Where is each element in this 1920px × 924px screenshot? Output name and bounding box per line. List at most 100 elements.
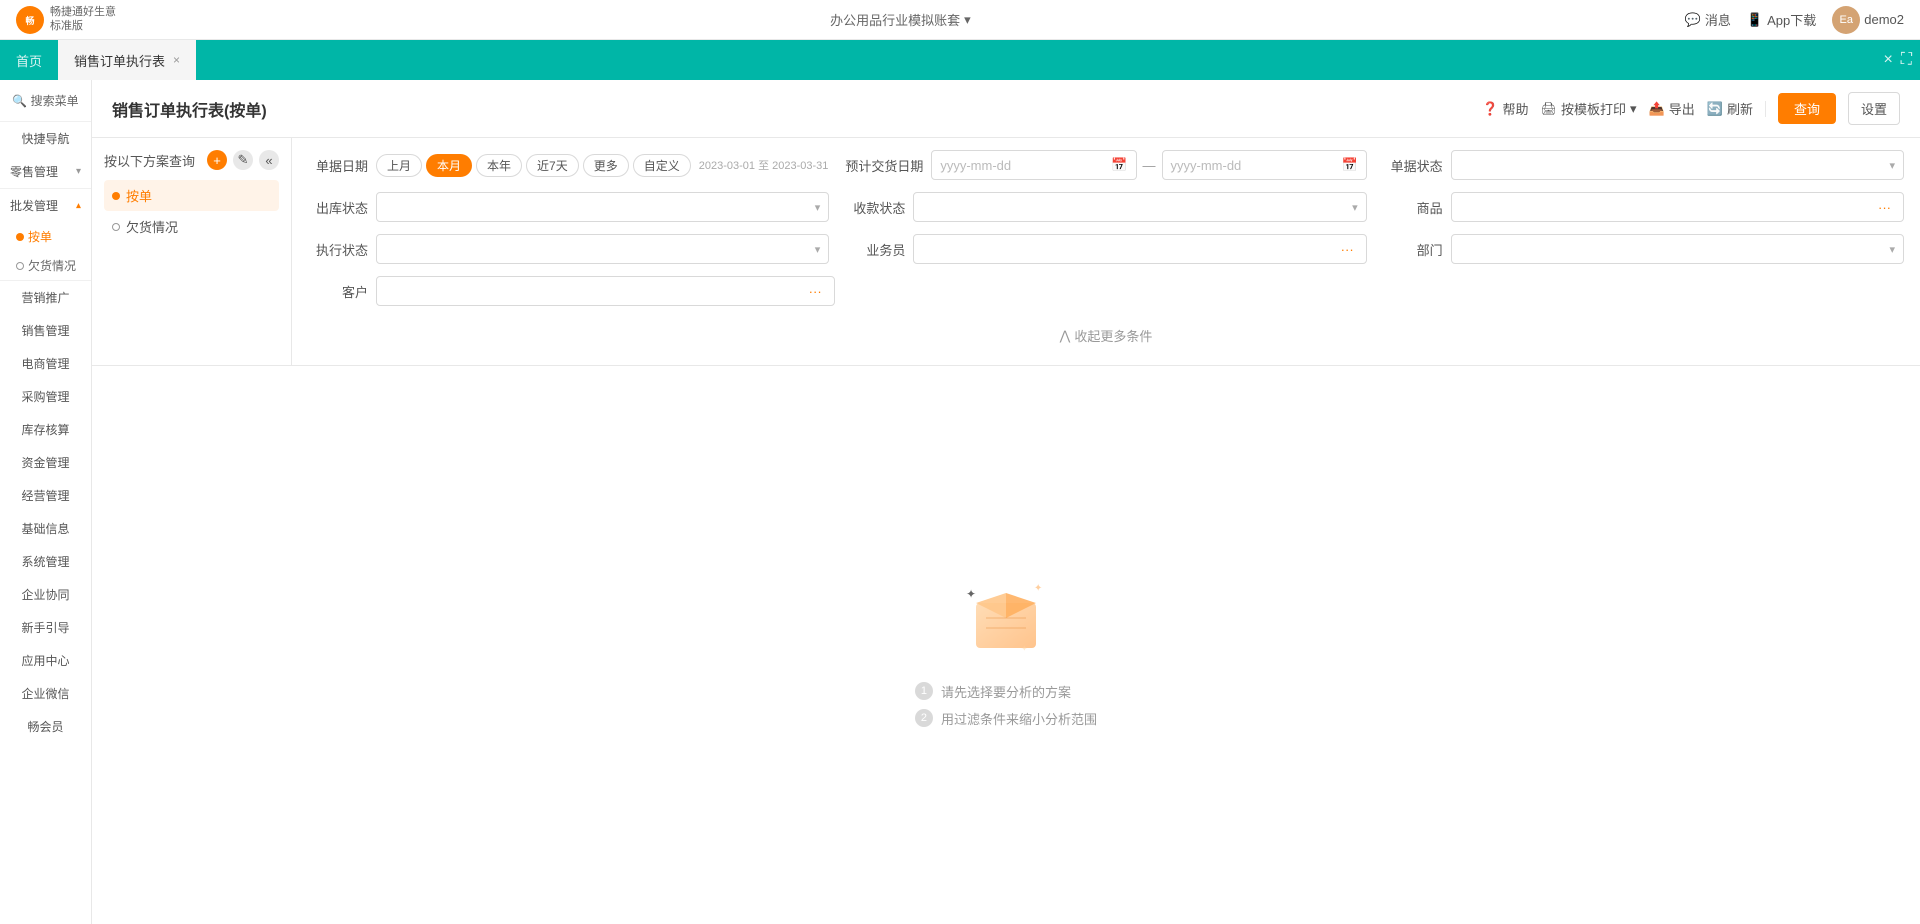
execution-dropdown-icon: ▾ xyxy=(815,243,821,256)
hint-number-2: 2 xyxy=(915,709,933,727)
industry-selector[interactable]: 办公用品行业模拟账套 xyxy=(830,10,960,29)
date-tab-custom[interactable]: 自定义 xyxy=(633,154,691,177)
department-label: 部门 xyxy=(1383,240,1443,259)
search-icon: 🔍 xyxy=(12,94,27,108)
date-tab-last-month[interactable]: 上月 xyxy=(376,154,422,177)
filter-field-execution: 执行状态 ▾ xyxy=(308,234,829,264)
sidebar-item-guide[interactable]: 新手引导 xyxy=(0,611,91,644)
app-download-button[interactable]: 📱 App下载 xyxy=(1747,10,1816,29)
sidebar-item-operations[interactable]: 经营管理 xyxy=(0,479,91,512)
empty-svg-icon: ✦ ✦ ✦ xyxy=(956,563,1056,663)
user-area[interactable]: Ea demo2 xyxy=(1832,6,1904,34)
message-button[interactable]: 💬 消息 xyxy=(1685,10,1731,29)
hint-number-1: 1 xyxy=(915,682,933,700)
export-button[interactable]: 📤 导出 xyxy=(1649,99,1695,118)
date-tab-this-year[interactable]: 本年 xyxy=(476,154,522,177)
nav-tabs-actions: × ⛶ xyxy=(1883,40,1920,80)
print-dropdown-icon[interactable]: ▾ xyxy=(1630,101,1637,117)
salesperson-select[interactable]: ··· xyxy=(913,234,1366,264)
product-select[interactable]: ··· xyxy=(1451,192,1904,222)
message-icon: 💬 xyxy=(1685,12,1701,28)
scheme-item-order[interactable]: 按单 xyxy=(104,180,279,211)
status-dropdown-icon: ▾ xyxy=(1889,159,1895,172)
sidebar-item-membership[interactable]: 畅会员 xyxy=(0,710,91,743)
date-range-text: 2023-03-01 至 2023-03-31 xyxy=(699,157,829,173)
date-tab-more[interactable]: 更多 xyxy=(583,154,629,177)
expected-date-end[interactable]: yyyy-mm-dd 📅 xyxy=(1162,150,1367,180)
collapse-conditions-button[interactable]: ⋀ 收起更多条件 xyxy=(308,318,1904,353)
customer-ellipsis-icon[interactable]: ··· xyxy=(805,284,826,299)
scheme-actions: + ✎ « xyxy=(207,150,279,170)
empty-hint-2: 2 用过滤条件来缩小分析范围 xyxy=(915,709,1097,728)
sidebar-item-basic-info[interactable]: 基础信息 xyxy=(0,512,91,545)
product-ellipsis-icon[interactable]: ··· xyxy=(1874,200,1895,215)
edit-scheme-button[interactable]: ✎ xyxy=(233,150,253,170)
scheme-item-backorder[interactable]: 欠货情况 xyxy=(104,211,279,242)
date-tab-this-month[interactable]: 本月 xyxy=(426,154,472,177)
industry-dropdown-icon[interactable]: ▾ xyxy=(964,12,971,28)
sidebar-item-wholesale[interactable]: 批发管理 ▾ xyxy=(0,189,91,222)
expand-window-button[interactable]: ⛶ xyxy=(1901,51,1912,69)
filter-field-status: 单据状态 ▾ xyxy=(1383,150,1904,180)
header-right: 💬 消息 📱 App下载 Ea demo2 xyxy=(1685,6,1904,34)
calendar-icon-end[interactable]: 📅 xyxy=(1341,157,1357,173)
sidebar-item-finance[interactable]: 资金管理 xyxy=(0,446,91,479)
print-icon: 🖨 xyxy=(1541,101,1558,117)
scheme-section-title: 按以下方案查询 xyxy=(104,151,195,170)
expected-date-start[interactable]: yyyy-mm-dd 📅 xyxy=(931,150,1136,180)
outbound-dropdown-icon: ▾ xyxy=(815,201,821,214)
sidebar-item-sales[interactable]: 销售管理 xyxy=(0,314,91,347)
expected-date-label: 预计交货日期 xyxy=(845,156,923,175)
salesperson-label: 业务员 xyxy=(845,240,905,259)
refresh-button[interactable]: 🔄 刷新 xyxy=(1707,99,1753,118)
empty-hints: 1 请先选择要分析的方案 2 用过滤条件来缩小分析范围 xyxy=(915,682,1097,728)
tab-close-button[interactable]: × xyxy=(173,53,180,67)
department-select[interactable]: ▾ xyxy=(1451,234,1904,264)
execution-select[interactable]: ▾ xyxy=(376,234,829,264)
collapse-scheme-button[interactable]: « xyxy=(259,150,279,170)
search-menu-button[interactable]: 🔍 搜索菜单 xyxy=(8,88,83,113)
filter-panel: 按以下方案查询 + ✎ « 按单 欠货情况 xyxy=(92,138,1920,366)
date-tab-7days[interactable]: 近7天 xyxy=(526,154,579,177)
sidebar-item-inventory[interactable]: 库存核算 xyxy=(0,413,91,446)
print-button[interactable]: 🖨 按模板打印 ▾ xyxy=(1541,99,1637,118)
settings-button[interactable]: 设置 xyxy=(1848,92,1900,125)
calendar-icon-start[interactable]: 📅 xyxy=(1111,157,1127,173)
collapse-icon: ⋀ xyxy=(1060,328,1071,344)
filter-conditions: 单据日期 上月 本月 本年 近7天 更多 自定义 2023-03-01 至 20… xyxy=(292,138,1920,365)
tab-sales-execution[interactable]: 销售订单执行表 × xyxy=(58,40,196,80)
quick-nav-label: 快捷导航 xyxy=(21,130,69,147)
filter-field-product: 商品 ··· xyxy=(1383,192,1904,222)
retail-arrow-icon: ▾ xyxy=(76,166,81,177)
sidebar-item-purchase[interactable]: 采购管理 xyxy=(0,380,91,413)
customer-select[interactable]: ··· xyxy=(376,276,835,306)
close-window-button[interactable]: × xyxy=(1883,51,1892,69)
salesperson-ellipsis-icon[interactable]: ··· xyxy=(1337,242,1358,257)
tab-home[interactable]: 首页 xyxy=(0,40,58,80)
header-center[interactable]: 办公用品行业模拟账套 ▾ xyxy=(830,10,971,29)
sidebar-item-quick-nav[interactable]: 快捷导航 xyxy=(0,122,91,155)
payment-select[interactable]: ▾ xyxy=(913,192,1366,222)
sidebar-item-system[interactable]: 系统管理 xyxy=(0,545,91,578)
status-select[interactable]: ▾ xyxy=(1451,150,1904,180)
date-label: 单据日期 xyxy=(308,156,368,175)
sidebar-item-wechat[interactable]: 企业微信 xyxy=(0,677,91,710)
help-button[interactable]: ❓ 帮助 xyxy=(1482,99,1528,118)
sidebar-item-app-center[interactable]: 应用中心 xyxy=(0,644,91,677)
filter-field-department: 部门 ▾ xyxy=(1383,234,1904,264)
sidebar-item-enterprise[interactable]: 企业协同 xyxy=(0,578,91,611)
sidebar-sub-item-backorder[interactable]: 欠货情况 xyxy=(0,251,91,280)
date-tabs: 上月 本月 本年 近7天 更多 自定义 xyxy=(376,154,691,177)
date-separator: — xyxy=(1143,158,1156,173)
sidebar-search-area[interactable]: 🔍 搜索菜单 xyxy=(0,80,91,122)
header-left: 畅 畅捷通好生意 标准版 xyxy=(16,6,116,34)
empty-illustration: ✦ ✦ ✦ xyxy=(956,563,1056,666)
sidebar-sub-item-order[interactable]: 按单 xyxy=(0,222,91,251)
sidebar-item-retail[interactable]: 零售管理 ▾ xyxy=(0,155,91,188)
payment-label: 收款状态 xyxy=(845,198,905,217)
sidebar-item-ecommerce[interactable]: 电商管理 xyxy=(0,347,91,380)
add-scheme-button[interactable]: + xyxy=(207,150,227,170)
sidebar-item-marketing[interactable]: 营销推广 xyxy=(0,281,91,314)
outbound-select[interactable]: ▾ xyxy=(376,192,829,222)
query-button[interactable]: 查询 xyxy=(1778,93,1836,124)
